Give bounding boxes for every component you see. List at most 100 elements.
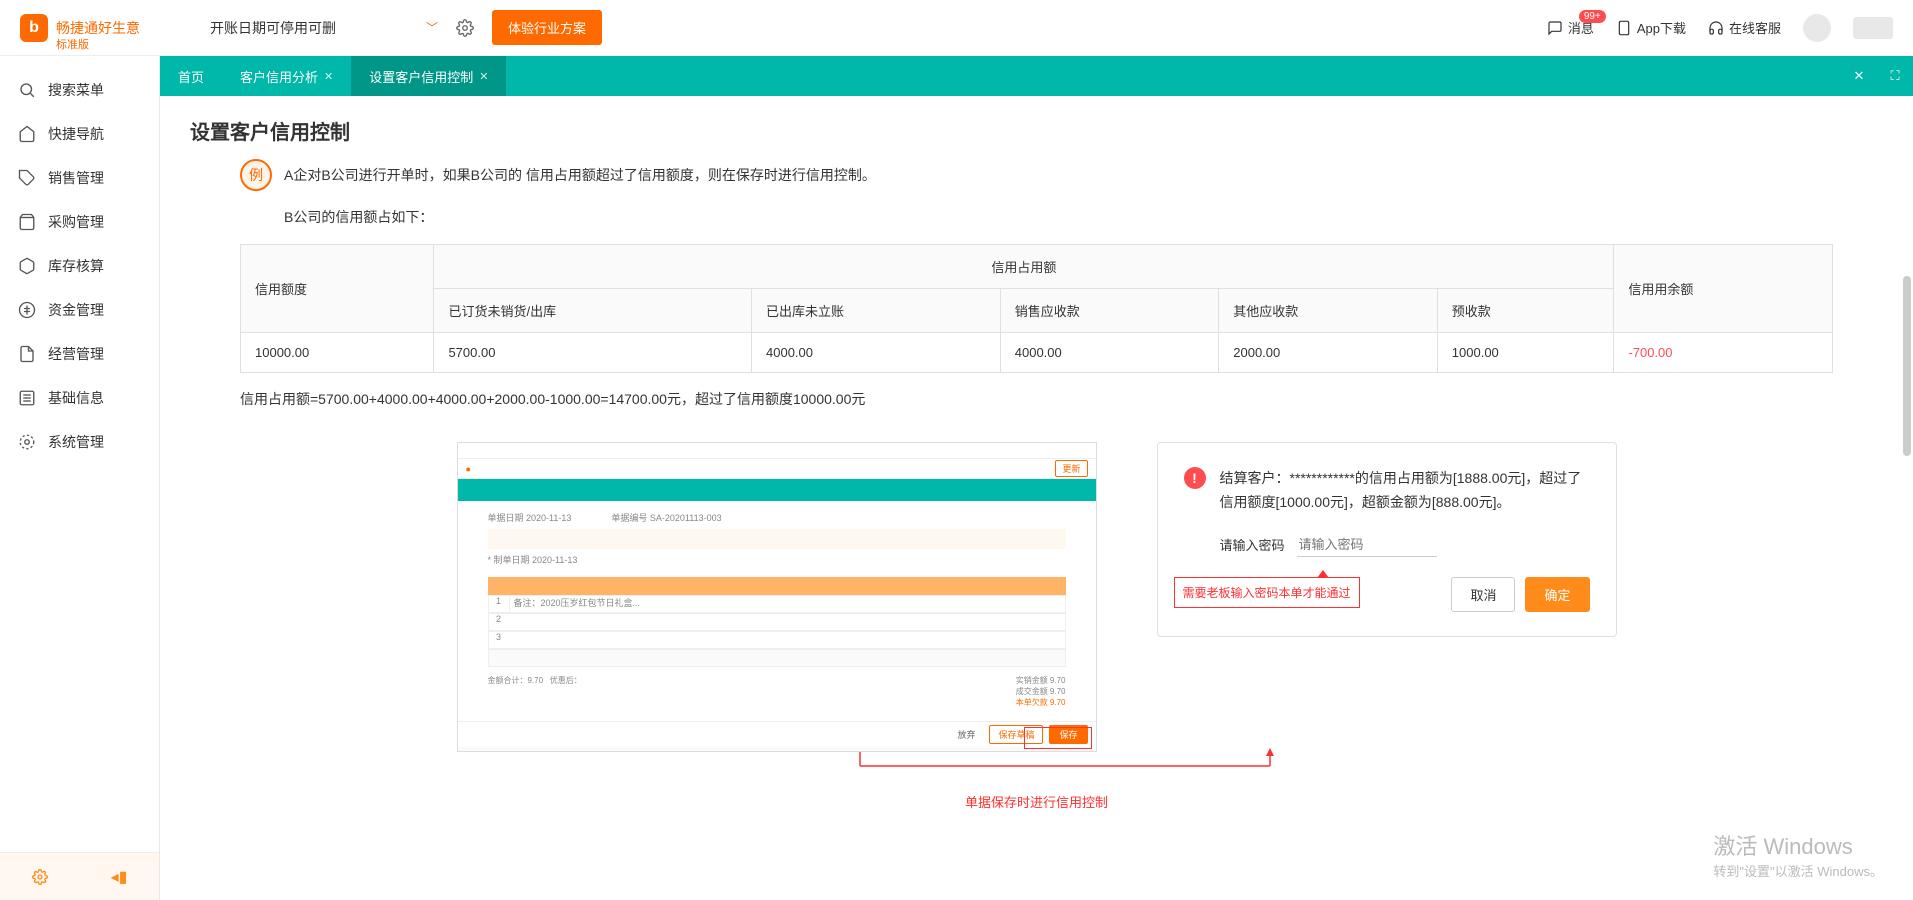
home-icon — [18, 125, 36, 143]
logo[interactable]: b 畅捷通好生意 — [20, 14, 180, 42]
example-text-1: A企对B公司进行开单时，如果B公司的 信用占用额超过了信用额度，则在保存时进行信… — [284, 163, 876, 188]
cancel-button[interactable]: 取消 — [1451, 577, 1515, 612]
messages-button[interactable]: 消息 99+ — [1547, 18, 1594, 37]
tab-fullscreen-icon[interactable]: ⛶ — [1877, 56, 1913, 96]
sidebar-label: 库存核算 — [48, 256, 104, 276]
password-label: 请输入密码 — [1220, 535, 1285, 554]
sidebar-item-business[interactable]: 经营管理 — [0, 332, 159, 376]
period-label: 开账日期可停用可删 — [210, 18, 336, 38]
sidebar-label: 快捷导航 — [48, 124, 104, 144]
app-download-label: App下载 — [1637, 18, 1686, 37]
example-text-2: B公司的信用额占如下： — [284, 205, 1833, 230]
tabs-bar: 首页 客户信用分析 ✕ 设置客户信用控制 ✕ ✕ ⛶ — [160, 56, 1913, 96]
td-c3: 4000.00 — [1000, 333, 1219, 373]
th-occupy: 信用占用额 — [434, 245, 1614, 289]
th-c5: 预收款 — [1437, 289, 1614, 333]
page-title: 设置客户信用控制 — [190, 116, 1883, 145]
list-icon — [18, 389, 36, 407]
td-balance: -700.00 — [1614, 333, 1833, 373]
td-c1: 5700.00 — [434, 333, 752, 373]
app-download-button[interactable]: App下载 — [1616, 18, 1686, 37]
sidebar-item-system[interactable]: 系统管理 — [0, 420, 159, 464]
sidebar-item-funds[interactable]: 资金管理 — [0, 288, 159, 332]
tab-close-all-icon[interactable]: ✕ — [1841, 56, 1877, 96]
sidebar-label: 经营管理 — [48, 344, 104, 364]
alert-text: 结算客户：************的信用占用额为[1888.00元]，超过了信用… — [1220, 467, 1590, 515]
doc-icon — [18, 345, 36, 363]
sidebar: 搜索菜单 快捷导航 销售管理 采购管理 库存核算 — [0, 56, 160, 900]
connector-arrow — [240, 748, 1833, 784]
tab-label: 首页 — [178, 67, 204, 86]
cta-button[interactable]: 体验行业方案 — [492, 10, 602, 45]
td-c5: 1000.00 — [1437, 333, 1614, 373]
sidebar-label: 销售管理 — [48, 168, 104, 188]
close-icon[interactable]: ✕ — [324, 70, 333, 83]
support-button[interactable]: 在线客服 — [1708, 18, 1781, 37]
sidebar-item-basicinfo[interactable]: 基础信息 — [0, 376, 159, 420]
example-badge: 例 — [240, 159, 272, 191]
th-balance: 信用用余额 — [1614, 245, 1833, 333]
tab-label: 设置客户信用控制 — [369, 67, 473, 86]
user-avatar[interactable] — [1803, 14, 1831, 42]
td-credit: 10000.00 — [241, 333, 434, 373]
logo-subtitle: 标准版 — [56, 36, 89, 52]
sidebar-item-quicknav[interactable]: 快捷导航 — [0, 112, 159, 156]
th-c3: 销售应收款 — [1000, 289, 1219, 333]
headset-icon — [1708, 20, 1724, 36]
mini-discard: 放弃 — [949, 726, 983, 743]
user-name-placeholder[interactable] — [1853, 17, 1893, 39]
sidebar-label: 搜索菜单 — [48, 80, 104, 100]
alert-icon: ! — [1184, 467, 1206, 489]
top-header: b 畅捷通好生意 标准版 开账日期可停用可删 ﹀ 体验行业方案 消息 99+ A… — [0, 0, 1913, 56]
logo-text: 畅捷通好生意 — [56, 18, 140, 38]
scrollbar[interactable] — [1899, 156, 1913, 900]
period-selector[interactable]: 开账日期可停用可删 ﹀ — [210, 18, 438, 38]
password-input[interactable] — [1297, 533, 1437, 557]
tab-home[interactable]: 首页 — [160, 56, 222, 96]
close-icon[interactable]: ✕ — [479, 70, 488, 83]
illustration-dialog: ! 结算客户：************的信用占用额为[1888.00元]，超过了… — [1157, 442, 1617, 637]
tag-icon — [18, 169, 36, 187]
logo-icon: b — [20, 14, 48, 42]
settings-icon[interactable] — [32, 869, 48, 885]
sidebar-label: 系统管理 — [48, 432, 104, 452]
watermark-line2: 转到"设置"以激活 Windows。 — [1713, 861, 1883, 880]
tab-credit-analysis[interactable]: 客户信用分析 ✕ — [222, 56, 351, 96]
money-icon — [18, 301, 36, 319]
box-icon — [18, 257, 36, 275]
mini-save: 保存 — [1049, 725, 1087, 744]
mini-refresh: 更新 — [1055, 460, 1087, 477]
sidebar-item-purchase[interactable]: 采购管理 — [0, 200, 159, 244]
messages-badge: 99+ — [1579, 10, 1606, 23]
tab-label: 客户信用分析 — [240, 67, 318, 86]
search-icon — [18, 81, 36, 99]
password-note: 需要老板输入密码本单才能通过 — [1174, 577, 1360, 608]
th-c2: 已出库未立账 — [752, 289, 1001, 333]
th-c1: 已订货未销货/出库 — [434, 289, 752, 333]
sidebar-footer: ◂▮ — [0, 852, 159, 900]
sidebar-label: 采购管理 — [48, 212, 104, 232]
td-c2: 4000.00 — [752, 333, 1001, 373]
mini-save-draft: 保存草稿 — [989, 725, 1043, 744]
tab-credit-control[interactable]: 设置客户信用控制 ✕ — [351, 56, 506, 96]
sidebar-item-search[interactable]: 搜索菜单 — [0, 68, 159, 112]
support-label: 在线客服 — [1729, 18, 1781, 37]
illustration-caption: 单据保存时进行信用控制 — [240, 792, 1833, 811]
td-c4: 2000.00 — [1219, 333, 1438, 373]
collapse-icon[interactable]: ◂▮ — [111, 867, 128, 887]
settings-gear-icon[interactable] — [456, 19, 474, 37]
sidebar-item-inventory[interactable]: 库存核算 — [0, 244, 159, 288]
ok-button[interactable]: 确定 — [1525, 577, 1589, 612]
scrollbar-thumb[interactable] — [1903, 276, 1911, 456]
sidebar-item-sales[interactable]: 销售管理 — [0, 156, 159, 200]
th-credit: 信用额度 — [241, 245, 434, 333]
mobile-icon — [1616, 20, 1632, 36]
th-c4: 其他应收款 — [1219, 289, 1438, 333]
content-area: 设置客户信用控制 例 A企对B公司进行开单时，如果B公司的 信用占用额超过了信用… — [160, 96, 1913, 900]
cart-icon — [18, 213, 36, 231]
chevron-down-icon: ﹀ — [426, 19, 438, 36]
sidebar-label: 资金管理 — [48, 300, 104, 320]
message-icon — [1547, 20, 1563, 36]
formula-text: 信用占用额=5700.00+4000.00+4000.00+2000.00-10… — [240, 387, 1833, 412]
credit-table: 信用额度 信用占用额 信用用余额 已订货未销货/出库 已出库未立账 销售应收款 … — [240, 244, 1833, 373]
